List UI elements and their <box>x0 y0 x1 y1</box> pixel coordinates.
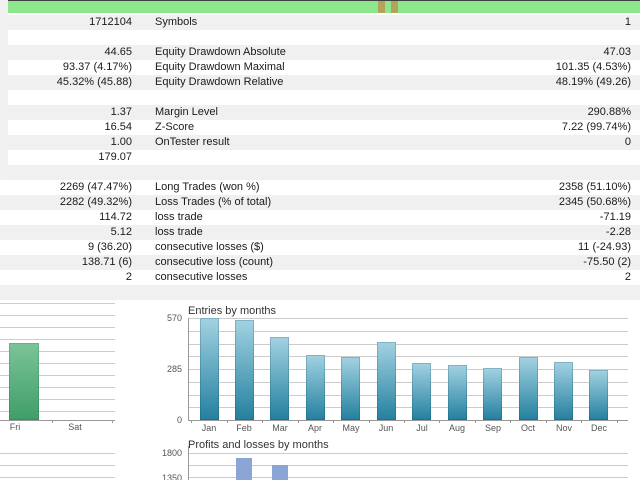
profits-y-tick-label: 1350 <box>161 473 182 480</box>
grid-line <box>188 453 628 454</box>
grid-line <box>0 453 115 454</box>
months-y-tick-label: 0 <box>176 415 182 425</box>
months-bar-oct <box>519 357 538 420</box>
profits-bar-feb <box>236 458 252 480</box>
months-x-label: May <box>342 423 360 433</box>
months-bar-may <box>341 357 360 420</box>
grid-line <box>188 344 628 345</box>
months-x-label: Nov <box>555 423 572 433</box>
strategy-tester-report: 1712104 Symbols 1 44.65 Equity Drawdown Abso… <box>0 0 640 480</box>
months-bar-jun <box>377 342 396 420</box>
months-bar-aug <box>448 365 467 420</box>
months-x-label: Mar <box>272 423 288 433</box>
months-y-tick-label: 570 <box>166 313 182 323</box>
charts-area: Entries by months Profits and losses by … <box>0 0 640 480</box>
weekday-x-axis <box>0 420 115 421</box>
grid-line <box>188 477 628 478</box>
weekday-axis-tick <box>112 420 113 423</box>
grid-line <box>188 331 628 332</box>
months-bar-sep <box>483 368 502 420</box>
grid-line <box>188 356 628 357</box>
profits-y-axis <box>188 446 189 480</box>
months-y-tick-label: 285 <box>166 364 182 374</box>
months-x-label: Aug <box>448 423 465 433</box>
entries-by-months-title: Entries by months <box>188 305 277 317</box>
weekday-label: Sat <box>68 422 82 432</box>
months-x-label: Feb <box>236 423 252 433</box>
months-x-label: Jul <box>416 423 428 433</box>
months-x-label: Sep <box>484 423 501 433</box>
months-x-axis <box>188 420 628 421</box>
weekday-axis-tick <box>52 420 53 423</box>
months-bar-dec <box>589 370 608 420</box>
months-axis-tick <box>617 420 618 423</box>
weekday-bar-fri <box>9 343 39 420</box>
profits-bar-mar <box>272 465 288 480</box>
months-x-label: Apr <box>307 423 322 433</box>
grid-line <box>0 465 115 466</box>
profits-y-tick-label: 1800 <box>161 448 182 458</box>
months-y-axis <box>188 318 189 420</box>
months-x-label: Oct <box>520 423 535 433</box>
grid-line <box>0 315 115 316</box>
months-bar-jul <box>412 363 431 420</box>
grid-line <box>0 339 115 340</box>
months-x-label: Jan <box>201 423 217 433</box>
grid-line <box>0 303 115 304</box>
months-bar-nov <box>554 362 573 420</box>
months-x-label: Jun <box>378 423 394 433</box>
grid-line <box>188 465 628 466</box>
grid-line <box>188 318 628 319</box>
grid-line <box>0 477 115 478</box>
months-x-label: Dec <box>590 423 607 433</box>
months-bar-mar <box>270 337 289 420</box>
right-edge-strip <box>0 0 8 180</box>
profits-by-months-title: Profits and losses by months <box>188 439 329 451</box>
weekday-label: Fri <box>9 422 21 432</box>
grid-line <box>0 327 115 328</box>
months-bar-feb <box>235 320 254 420</box>
months-bar-jan <box>200 318 219 420</box>
months-bar-apr <box>306 355 325 420</box>
